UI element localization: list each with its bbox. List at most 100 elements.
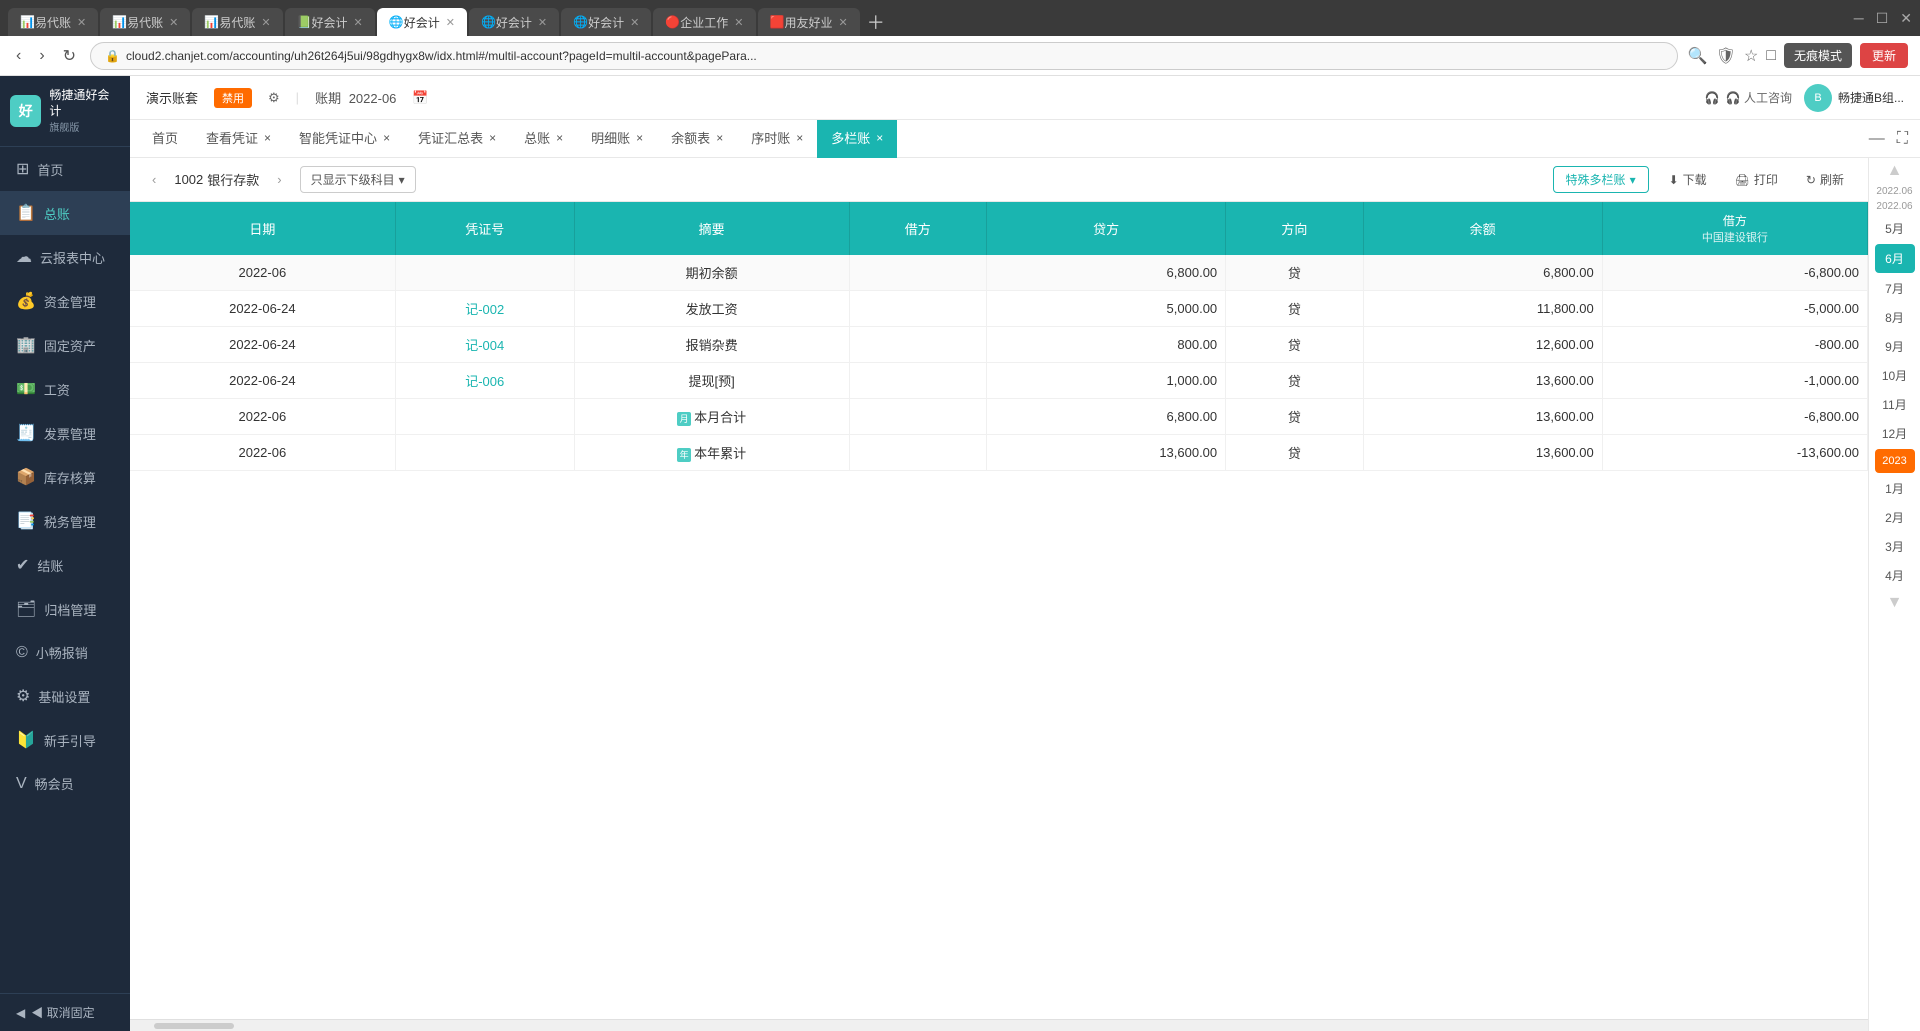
sidebar-item-member[interactable]: V 畅会员 — [0, 762, 130, 805]
topbar-settings-icon[interactable]: ⚙ — [268, 90, 280, 106]
tab-close-5[interactable]: ✕ — [446, 16, 455, 29]
calendar-month-6[interactable]: 6月 — [1875, 244, 1915, 273]
sidebar-item-ledger[interactable]: 📋 总账 — [0, 191, 130, 235]
browser-tab-5[interactable]: 🌐 好会计 ✕ — [377, 8, 467, 36]
print-button[interactable]: 🖨 打印 — [1727, 167, 1786, 192]
tab-close-9[interactable]: ✕ — [838, 16, 847, 29]
calendar-month-3[interactable]: 3月 — [1873, 532, 1917, 561]
tab-close-journal[interactable]: × — [796, 131, 803, 145]
update-button[interactable]: 更新 — [1860, 43, 1908, 68]
new-tab-button[interactable]: ＋ — [862, 8, 890, 36]
calendar-month-2[interactable]: 2月 — [1873, 503, 1917, 532]
calendar-month-12[interactable]: 12月 — [1873, 419, 1917, 448]
tab-multi-column[interactable]: 多栏账 × — [817, 120, 897, 158]
tab-journal[interactable]: 序时账 × — [737, 120, 817, 158]
calendar-icon[interactable]: 📅 — [412, 90, 428, 106]
tab-detail-ledger[interactable]: 明细账 × — [577, 120, 657, 158]
browser-tab-6[interactable]: 🌐 好会计 ✕ — [469, 8, 559, 36]
app-layout: 好 畅捷通好会计 旗舰版 ⊞ 首页 📋 总账 ☁ 云报表中心 💰 资金管理 — [0, 76, 1920, 1031]
close-btn[interactable]: ✕ — [1900, 10, 1912, 27]
calendar-month-1[interactable]: 1月 — [1873, 474, 1917, 503]
star-icon[interactable]: ☆ — [1744, 46, 1758, 66]
consultant-button[interactable]: 🎧 🎧 人工咨询 — [1705, 89, 1792, 106]
tab-close-2[interactable]: ✕ — [169, 16, 178, 29]
sidebar-item-home[interactable]: ⊞ 首页 — [0, 147, 130, 191]
minimize-btn[interactable]: ─ — [1854, 10, 1864, 26]
tab-close-6[interactable]: ✕ — [538, 16, 547, 29]
sidebar-item-archive[interactable]: 🗂 归档管理 — [0, 587, 130, 631]
tab-home[interactable]: 首页 — [138, 120, 192, 158]
account-nav-prev[interactable]: ‹ — [146, 170, 162, 189]
tab-close-general[interactable]: × — [556, 131, 563, 145]
horizontal-scrollbar[interactable] — [130, 1019, 1868, 1031]
tab-close-multi[interactable]: × — [876, 131, 883, 145]
tab-general-ledger[interactable]: 总账 × — [510, 120, 577, 158]
sidebar-item-closing[interactable]: ✔ 结账 — [0, 543, 130, 587]
calendar-scroll-down[interactable]: ▼ — [1883, 590, 1907, 616]
tab-close-3[interactable]: ✕ — [261, 16, 270, 29]
refresh-button[interactable]: ↻ — [59, 42, 80, 70]
search-icon[interactable]: 🔍 — [1688, 46, 1708, 66]
sidebar-item-expense[interactable]: © 小畅报销 — [0, 631, 130, 674]
sidebar-item-payroll[interactable]: 💵 工资 — [0, 367, 130, 411]
calendar-scroll-up[interactable]: ▲ — [1883, 158, 1907, 184]
browser-tab-2[interactable]: 📊 易代账 ✕ — [100, 8, 190, 36]
shield-icon[interactable]: 🛡 — [1716, 46, 1736, 66]
refresh-button[interactable]: ↻ 刷新 — [1798, 167, 1852, 192]
toolbar-right: 特殊多栏账 ▾ ⬇ 下载 🖨 打印 ↻ 刷新 — [1553, 166, 1852, 193]
tab-close-voucher[interactable]: × — [264, 131, 271, 145]
calendar-month-7[interactable]: 7月 — [1873, 274, 1917, 303]
back-button[interactable]: ‹ — [12, 43, 25, 69]
tab-smart-voucher[interactable]: 智能凭证中心 × — [285, 120, 404, 158]
sidebar-pin-button[interactable]: ◀ ◀ 取消固定 — [0, 993, 130, 1031]
calendar-month-9[interactable]: 9月 — [1873, 332, 1917, 361]
tab-close-1[interactable]: ✕ — [77, 16, 86, 29]
sidebar-item-inventory[interactable]: 📦 库存核算 — [0, 455, 130, 499]
forward-button[interactable]: › — [35, 43, 48, 69]
multi-col-type-button[interactable]: 特殊多栏账 ▾ — [1553, 166, 1649, 193]
sidebar-item-assets[interactable]: 🏢 固定资产 — [0, 323, 130, 367]
browser-tab-4[interactable]: 📗 好会计 ✕ — [285, 8, 375, 36]
tab-close-4[interactable]: ✕ — [354, 16, 363, 29]
browser-tab-3[interactable]: 📊 易代账 ✕ — [192, 8, 282, 36]
tab-close-summary[interactable]: × — [489, 131, 496, 145]
calendar-month-4[interactable]: 4月 — [1873, 561, 1917, 590]
tab-close-balance[interactable]: × — [716, 131, 723, 145]
cell-voucher-5 — [395, 435, 574, 471]
browser-tab-8[interactable]: 🔴 企业工作 ✕ — [653, 8, 755, 36]
sidebar-item-settings[interactable]: ⚙ 基础设置 — [0, 674, 130, 718]
sidebar-item-reports[interactable]: ☁ 云报表中心 — [0, 235, 130, 279]
sidebar-item-tax[interactable]: 📑 税务管理 — [0, 499, 130, 543]
calendar-month-11[interactable]: 11月 — [1873, 390, 1917, 419]
tab-voucher-summary[interactable]: 凭证汇总表 × — [404, 120, 510, 158]
browser-tab-9[interactable]: 🟥 用友好业 ✕ — [758, 8, 860, 36]
calendar-month-10[interactable]: 10月 — [1873, 361, 1917, 390]
browser-tab-1[interactable]: 📊 易代账 ✕ — [8, 8, 98, 36]
tab-close-smart[interactable]: × — [383, 131, 390, 145]
cell-extra-4: -6,800.00 — [1602, 399, 1867, 435]
calendar-year-badge-2023[interactable]: 2023 — [1875, 449, 1915, 473]
sidebar-item-invoice[interactable]: 🧾 发票管理 — [0, 411, 130, 455]
tab-close-detail[interactable]: × — [636, 131, 643, 145]
tab-maximize-icon[interactable]: ⛶ — [1893, 126, 1912, 152]
no-trace-button[interactable]: 无痕模式 — [1784, 43, 1852, 68]
scrollbar-thumb[interactable] — [154, 1023, 234, 1029]
sidebar-item-funds[interactable]: 💰 资金管理 — [0, 279, 130, 323]
sidebar-item-guide[interactable]: 🔰 新手引导 — [0, 718, 130, 762]
tab-balance[interactable]: 余额表 × — [657, 120, 737, 158]
calendar-month-5[interactable]: 5月 — [1873, 214, 1917, 243]
account-nav-next[interactable]: › — [271, 170, 287, 189]
calendar-month-8[interactable]: 8月 — [1873, 303, 1917, 332]
ledger-toolbar: ‹ 1002 银行存款 › 只显示下级科目 ▾ 特殊多栏账 ▾ — [130, 158, 1868, 202]
url-bar[interactable]: 🔒 cloud2.chanjet.com/accounting/uh26t264… — [90, 42, 1678, 70]
download-button[interactable]: ⬇ 下载 — [1661, 167, 1715, 192]
tab-voucher-view[interactable]: 查看凭证 × — [192, 120, 285, 158]
browser-tab-7[interactable]: 🌐 好会计 ✕ — [561, 8, 651, 36]
maximize-btn[interactable]: ☐ — [1876, 10, 1889, 27]
sidebar-label-tax: 税务管理 — [44, 512, 96, 531]
tab-close-7[interactable]: ✕ — [630, 16, 639, 29]
tab-close-8[interactable]: ✕ — [734, 16, 743, 29]
tab-minimize-icon[interactable]: — — [1865, 126, 1889, 152]
extension-icon[interactable]: □ — [1766, 47, 1776, 65]
filter-subcategory-button[interactable]: 只显示下级科目 ▾ — [300, 166, 416, 193]
